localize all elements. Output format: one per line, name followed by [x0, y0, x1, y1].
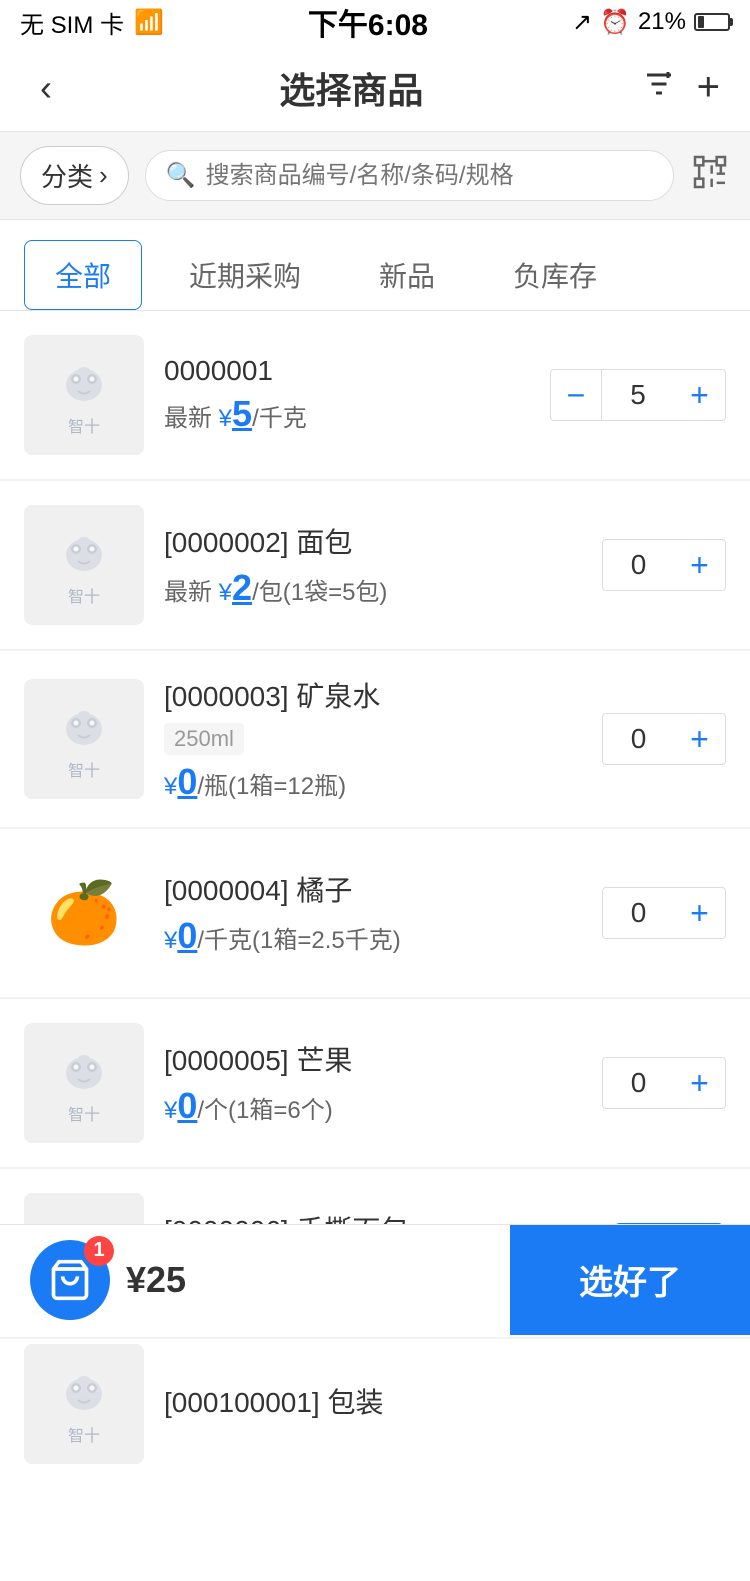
product-thumbnail: 智十: [24, 505, 144, 625]
tab-all[interactable]: 全部: [24, 240, 142, 310]
product-price: 最新 ¥5/千克: [164, 393, 534, 435]
product-thumbnail: 智十: [24, 1023, 144, 1143]
list-item: 智十 0000001 最新 ¥5/千克 − +: [0, 311, 750, 479]
product-thumbnail: 智十: [24, 335, 144, 455]
quantity-input[interactable]: [602, 1057, 674, 1109]
product-thumbnail: 智十: [24, 1344, 144, 1464]
product-info: [000100001] 包装: [164, 1381, 726, 1427]
quantity-control: − +: [550, 369, 726, 421]
category-button[interactable]: 分类 ›: [20, 146, 129, 205]
search-input[interactable]: [206, 162, 653, 190]
cart-area: 1 ¥25: [0, 1240, 510, 1320]
wifi-icon: 📶: [134, 8, 164, 37]
quantity-control: +: [602, 887, 726, 939]
tab-neg-stock[interactable]: 负库存: [482, 240, 628, 310]
product-name: [0000004] 橘子: [164, 869, 586, 909]
quantity-input[interactable]: [602, 539, 674, 591]
product-price: ¥0/瓶(1箱=12瓶): [164, 761, 586, 803]
tab-bar: 全部 近期采购 新品 负库存: [0, 220, 750, 311]
battery-label: 21%: [638, 8, 686, 36]
product-image: 🍊: [47, 883, 122, 943]
filter-bar: 分类 › 🔍: [0, 132, 750, 220]
product-info: [0000005] 芒果 ¥0/个(1箱=6个): [164, 1039, 586, 1127]
cart-badge: 1: [84, 1236, 114, 1266]
list-item: 🍊 [0000004] 橘子 ¥0/千克(1箱=2.5千克) +: [0, 829, 750, 997]
status-bar: 无 SIM 卡 📶 下午6:08 ↗ ⏰ 21%: [0, 0, 750, 44]
filter-icon[interactable]: [641, 66, 677, 110]
product-thumbnail: 智十: [24, 679, 144, 799]
quantity-input[interactable]: [602, 713, 674, 765]
status-time: 下午6:08: [308, 0, 428, 44]
list-item: 智十 [0000005] 芒果 ¥0/个(1箱=6个) +: [0, 999, 750, 1167]
status-right: ↗ ⏰ 21%: [572, 8, 730, 37]
cart-icon-wrap[interactable]: 1: [30, 1240, 110, 1320]
qty-plus-button[interactable]: +: [674, 713, 726, 765]
status-carrier: 无 SIM 卡 📶: [20, 5, 164, 40]
product-thumbnail: 🍊: [24, 853, 144, 973]
product-name: [000100001] 包装: [164, 1381, 726, 1421]
qty-plus-button[interactable]: +: [674, 887, 726, 939]
quantity-input[interactable]: [602, 369, 674, 421]
product-price: 最新 ¥2/包(1袋=5包): [164, 567, 586, 609]
tab-recent[interactable]: 近期采购: [158, 240, 332, 310]
product-spec: 250ml: [164, 723, 244, 755]
nav-actions: +: [641, 65, 720, 110]
qty-plus-button[interactable]: +: [674, 369, 726, 421]
tab-new[interactable]: 新品: [348, 240, 466, 310]
location-icon: ↗: [572, 8, 592, 37]
product-name: [0000005] 芒果: [164, 1039, 586, 1079]
qty-plus-button[interactable]: +: [674, 1057, 726, 1109]
quantity-input[interactable]: [602, 887, 674, 939]
quantity-control: +: [602, 1057, 726, 1109]
product-info: [0000003] 矿泉水 250ml ¥0/瓶(1箱=12瓶): [164, 675, 586, 803]
nav-bar: ‹ 选择商品 +: [0, 44, 750, 132]
product-name: 0000001: [164, 355, 534, 387]
cart-icon: [48, 1258, 92, 1302]
product-info: 0000001 最新 ¥5/千克: [164, 355, 534, 435]
bottom-bar: 1 ¥25 选好了: [0, 1224, 750, 1334]
search-box: 🔍: [145, 150, 674, 201]
add-button[interactable]: +: [697, 65, 720, 110]
qty-plus-button[interactable]: +: [674, 539, 726, 591]
battery-icon: [694, 13, 730, 31]
cart-total: ¥25: [126, 1259, 186, 1301]
list-item: 智十 [000100001] 包装: [0, 1339, 750, 1469]
checkout-button[interactable]: 选好了: [510, 1225, 750, 1335]
scan-icon[interactable]: [690, 152, 730, 200]
alarm-icon: ⏰: [600, 8, 630, 37]
back-button[interactable]: ‹: [30, 57, 62, 119]
product-name: [0000003] 矿泉水: [164, 675, 586, 715]
search-icon: 🔍: [166, 161, 196, 190]
list-item: 智十 [0000003] 矿泉水 250ml ¥0/瓶(1箱=12瓶) +: [0, 651, 750, 827]
qty-minus-button[interactable]: −: [550, 369, 602, 421]
product-name: [0000002] 面包: [164, 521, 586, 561]
quantity-control: +: [602, 539, 726, 591]
chevron-right-icon: ›: [99, 160, 108, 191]
page-title: 选择商品: [279, 62, 423, 114]
list-item: 智十 [0000002] 面包 最新 ¥2/包(1袋=5包) +: [0, 481, 750, 649]
product-info: [0000002] 面包 最新 ¥2/包(1袋=5包): [164, 521, 586, 609]
product-price: ¥0/千克(1箱=2.5千克): [164, 915, 586, 957]
product-info: [0000004] 橘子 ¥0/千克(1箱=2.5千克): [164, 869, 586, 957]
product-price: ¥0/个(1箱=6个): [164, 1085, 586, 1127]
quantity-control: +: [602, 713, 726, 765]
